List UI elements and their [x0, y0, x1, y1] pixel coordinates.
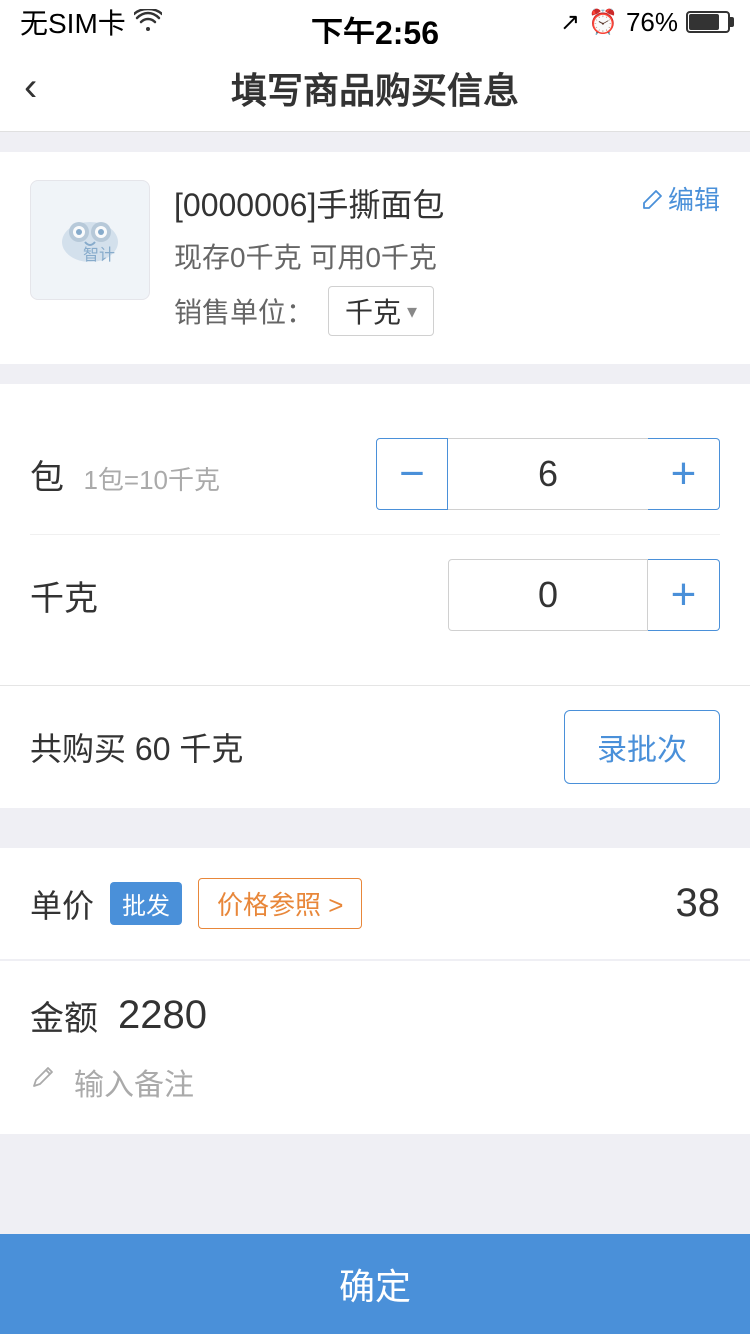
- price-reference-button[interactable]: 价格参照 >: [198, 878, 362, 929]
- kg-quantity-input[interactable]: [448, 559, 648, 631]
- edit-button[interactable]: 编辑: [642, 180, 720, 217]
- status-left: 无SIM卡: [20, 2, 162, 42]
- alarm-icon: ⏰: [588, 8, 618, 37]
- product-card: 智计 [0000006]手撕面包 编辑 现存0千克 可用0千克 销售单位： 千克…: [0, 152, 750, 364]
- unit-value: 千克: [345, 291, 401, 331]
- pack-label: 包 1包=10千克: [30, 450, 376, 499]
- status-right: ↗ ⏰ 76%: [560, 7, 730, 38]
- kg-increment-button[interactable]: +: [648, 559, 720, 631]
- price-section: 单价 批发 价格参照 > 38: [0, 848, 750, 959]
- price-tag: 批发: [110, 882, 182, 925]
- back-button[interactable]: ‹: [24, 65, 37, 110]
- kg-label: 千克: [30, 571, 448, 620]
- pack-controls: − +: [376, 438, 720, 510]
- kg-controls: +: [448, 559, 720, 631]
- section-divider-2: [0, 808, 750, 828]
- kg-quantity-row: 千克 +: [30, 535, 720, 655]
- product-unit-row: 销售单位： 千克 ▾: [174, 286, 720, 336]
- pencil-icon: [30, 1064, 58, 1100]
- summary-section: 共购买 60 千克 录批次: [0, 685, 750, 808]
- remark-row[interactable]: 输入备注: [30, 1060, 720, 1104]
- section-divider-1: [0, 364, 750, 384]
- product-logo: 智计: [55, 204, 125, 276]
- product-info: [0000006]手撕面包 编辑 现存0千克 可用0千克 销售单位： 千克 ▾: [174, 180, 720, 336]
- remark-placeholder: 输入备注: [74, 1060, 194, 1104]
- svg-text:智计: 智计: [83, 246, 115, 264]
- pack-increment-button[interactable]: +: [648, 438, 720, 510]
- price-left: 单价 批发 价格参照 >: [30, 878, 362, 929]
- price-value: 38: [676, 881, 721, 926]
- wifi-icon: [134, 6, 162, 38]
- price-label: 单价: [30, 881, 94, 927]
- batch-button[interactable]: 录批次: [564, 710, 720, 784]
- unit-select[interactable]: 千克 ▾: [328, 286, 434, 336]
- amount-section: 金额 2280 输入备注: [0, 961, 750, 1134]
- quantity-section: 包 1包=10千克 − + 千克 +: [0, 384, 750, 685]
- amount-label: 金额: [30, 991, 98, 1040]
- product-name: [0000006]手撕面包: [174, 180, 444, 226]
- battery-icon: [686, 11, 730, 33]
- pack-quantity-row: 包 1包=10千克 − +: [30, 414, 720, 535]
- status-bar: 无SIM卡 下午2:56 ↗ ⏰ 76%: [0, 0, 750, 44]
- product-name-row: [0000006]手撕面包 编辑: [174, 180, 720, 226]
- unit-label: 销售单位：: [174, 291, 314, 331]
- amount-row: 金额 2280: [30, 991, 720, 1040]
- battery-percent: 76%: [626, 7, 678, 38]
- amount-value: 2280: [118, 993, 207, 1038]
- price-row: 单价 批发 价格参照 > 38: [30, 878, 720, 929]
- location-icon: ↗: [560, 8, 580, 37]
- pack-sublabel: 1包=10千克: [83, 465, 220, 495]
- dropdown-arrow: ▾: [407, 299, 417, 324]
- pack-quantity-input[interactable]: [448, 438, 648, 510]
- product-stock: 现存0千克 可用0千克: [174, 236, 720, 276]
- page-title: 填写商品购买信息: [231, 62, 519, 114]
- summary-text: 共购买 60 千克: [30, 724, 243, 770]
- nav-bar: ‹ 填写商品购买信息: [0, 44, 750, 132]
- product-thumbnail: 智计: [30, 180, 150, 300]
- confirm-button[interactable]: 确定: [0, 1234, 750, 1334]
- carrier-text: 无SIM卡: [20, 2, 126, 42]
- pack-decrement-button[interactable]: −: [376, 438, 448, 510]
